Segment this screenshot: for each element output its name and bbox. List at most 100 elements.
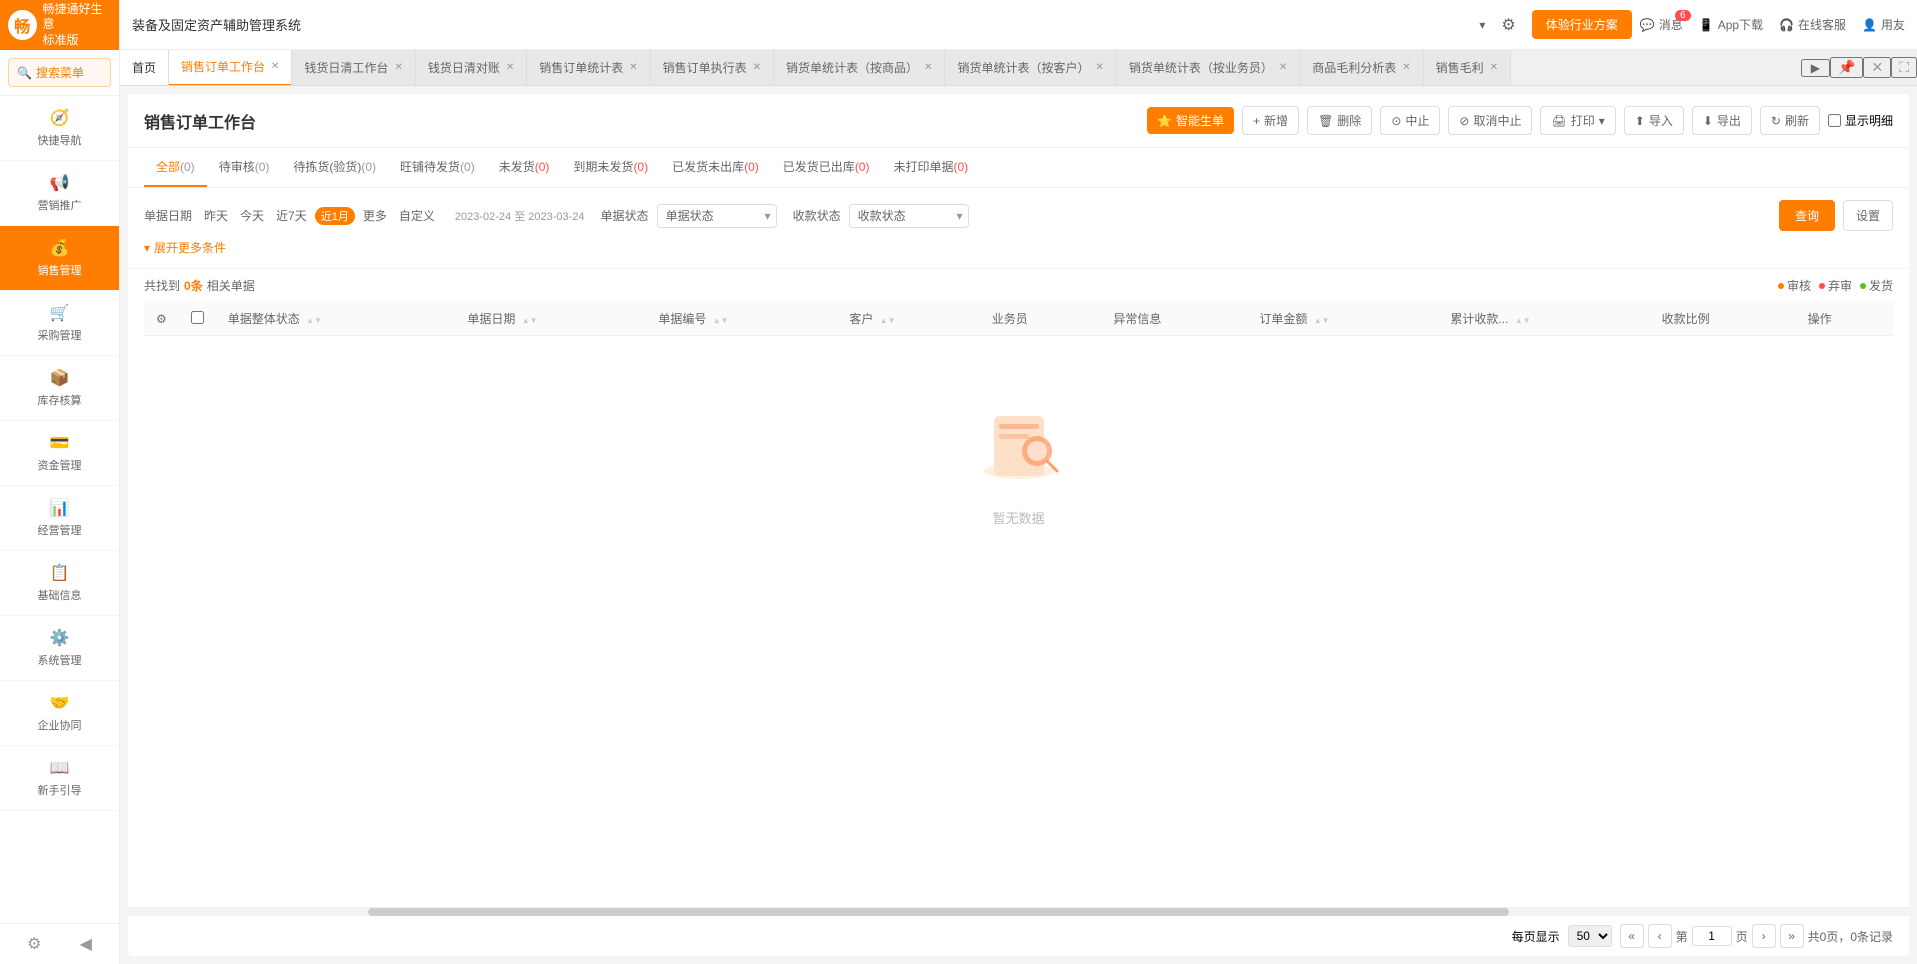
search-menu-button[interactable]: 🔍 搜索菜单 bbox=[8, 58, 111, 87]
sub-tab-4[interactable]: 未发货(0) bbox=[487, 148, 562, 187]
tabs-more-button[interactable]: ▶ bbox=[1801, 59, 1830, 77]
print-button[interactable]: 🖨 打印 ▾ bbox=[1540, 106, 1615, 135]
sub-tab-8[interactable]: 未打印单据(0) bbox=[881, 148, 980, 187]
page-footer: 每页显示 50 « ‹ 第 页 › » 共0页，0条记录 bbox=[128, 915, 1909, 956]
sub-tab-1[interactable]: 待审核(0) bbox=[207, 148, 282, 187]
page-number-input[interactable] bbox=[1692, 926, 1732, 946]
payment-select[interactable]: 收款状态 bbox=[849, 204, 969, 228]
sidebar-item-sales[interactable]: 💰 销售管理 bbox=[0, 226, 119, 291]
show-detail-checkbox[interactable] bbox=[1828, 114, 1841, 127]
cancel-stop-button[interactable]: ⊘ 取消中止 bbox=[1448, 106, 1532, 135]
tab-close-10[interactable]: ✕ bbox=[1490, 62, 1498, 73]
sidebar-item-purchase[interactable]: 🛒 采购管理 bbox=[0, 291, 119, 356]
tab-close-4[interactable]: ✕ bbox=[629, 62, 637, 73]
sidebar-item-basic-info[interactable]: 📋 基础信息 bbox=[0, 551, 119, 616]
tab-0[interactable]: 首页 bbox=[120, 50, 169, 86]
prev-page-button[interactable]: ‹ bbox=[1648, 924, 1672, 948]
date-opt-7days[interactable]: 近7天 bbox=[272, 205, 311, 226]
topbar-settings-icon[interactable]: ⚙ bbox=[1493, 15, 1523, 35]
tab-close-2[interactable]: ✕ bbox=[394, 62, 402, 73]
review-action[interactable]: 审核 bbox=[1778, 277, 1811, 294]
select-all-checkbox[interactable] bbox=[191, 311, 204, 324]
new-button[interactable]: + 新增 bbox=[1242, 106, 1299, 135]
online-service-action[interactable]: 🎧 在线客服 bbox=[1779, 16, 1846, 33]
tab-3[interactable]: 钱货日清对账✕ bbox=[416, 50, 527, 86]
sub-tab-6[interactable]: 已发货未出库(0) bbox=[660, 148, 771, 187]
sidebar-item-finance[interactable]: 💳 资金管理 bbox=[0, 421, 119, 486]
show-detail-label[interactable]: 显示明细 bbox=[1828, 112, 1893, 129]
sub-tab-0[interactable]: 全部(0) bbox=[144, 148, 207, 187]
import-button[interactable]: ⬆ 导入 bbox=[1624, 106, 1684, 135]
tab-close-1[interactable]: ✕ bbox=[271, 61, 279, 72]
tab-close-9[interactable]: ✕ bbox=[1402, 62, 1410, 73]
col-collected[interactable]: 累计收款... ▲▼ bbox=[1438, 302, 1649, 336]
tab-5[interactable]: 销售订单执行表✕ bbox=[651, 50, 774, 86]
sub-tab-5[interactable]: 到期未发货(0) bbox=[561, 148, 660, 187]
sidebar-item-quick-nav[interactable]: 🧭 快捷导航 bbox=[0, 96, 119, 161]
tab-pin-button[interactable]: 📌 bbox=[1830, 57, 1863, 78]
collapse-icon[interactable]: ◀ bbox=[80, 934, 92, 954]
tab-9[interactable]: 商品毛利分析表✕ bbox=[1300, 50, 1423, 86]
sidebar-item-operations[interactable]: 📊 经营管理 bbox=[0, 486, 119, 551]
col-settings[interactable]: ⚙ bbox=[144, 302, 179, 336]
sub-tab-7[interactable]: 已发货已出库(0) bbox=[771, 148, 882, 187]
date-opt-custom[interactable]: 自定义 bbox=[395, 205, 439, 226]
next-page-button[interactable]: › bbox=[1752, 924, 1776, 948]
tab-7[interactable]: 销货单统计表（按客户）✕ bbox=[945, 50, 1116, 86]
cancel-review-action[interactable]: 弃审 bbox=[1819, 277, 1852, 294]
user-action[interactable]: 👤 用友 bbox=[1862, 16, 1905, 33]
filter-setting-button[interactable]: 设置 bbox=[1843, 200, 1893, 231]
horizontal-scrollbar[interactable] bbox=[128, 907, 1909, 915]
solution-button[interactable]: 体验行业方案 bbox=[1532, 10, 1632, 39]
smart-create-button[interactable]: ⭐ 智能生单 bbox=[1147, 107, 1234, 134]
page-size-select[interactable]: 50 bbox=[1568, 925, 1612, 947]
date-opt-1month[interactable]: 近1月 bbox=[315, 207, 355, 225]
tab-close-all-button[interactable]: ✕ bbox=[1863, 57, 1891, 78]
delete-button[interactable]: 🗑 删除 bbox=[1307, 106, 1372, 135]
sub-tab-2[interactable]: 待拣货(验货)(0) bbox=[281, 148, 388, 187]
col-number[interactable]: 单据编号 ▲▼ bbox=[646, 302, 837, 336]
sidebar-item-guide[interactable]: 📖 新手引导 bbox=[0, 746, 119, 811]
tab-6[interactable]: 销货单统计表（按商品）✕ bbox=[774, 50, 945, 86]
sort-number-icon: ▲▼ bbox=[713, 317, 729, 325]
tab-close-3[interactable]: ✕ bbox=[506, 62, 514, 73]
query-button[interactable]: 查询 bbox=[1779, 200, 1835, 231]
tab-label-1: 销售订单工作台 bbox=[181, 58, 265, 75]
tab-close-7[interactable]: ✕ bbox=[1095, 62, 1103, 73]
tab-2[interactable]: 钱货日清工作台✕ bbox=[292, 50, 415, 86]
tab-4[interactable]: 销售订单统计表✕ bbox=[527, 50, 650, 86]
topbar-dropdown-arrow[interactable]: ▾ bbox=[1479, 18, 1485, 32]
sub-tab-3[interactable]: 旺铺待发货(0) bbox=[388, 148, 487, 187]
sidebar-item-system[interactable]: ⚙️ 系统管理 bbox=[0, 616, 119, 681]
date-opt-today[interactable]: 今天 bbox=[236, 205, 268, 226]
col-amount[interactable]: 订单金额 ▲▼ bbox=[1247, 302, 1438, 336]
scrollbar-thumb[interactable] bbox=[368, 908, 1509, 916]
tab-close-6[interactable]: ✕ bbox=[924, 62, 932, 73]
col-date[interactable]: 单据日期 ▲▼ bbox=[455, 302, 646, 336]
tab-10[interactable]: 销售毛利✕ bbox=[1424, 50, 1511, 86]
last-page-button[interactable]: » bbox=[1780, 924, 1804, 948]
status-select[interactable]: 单据状态 bbox=[657, 204, 777, 228]
date-opt-yesterday[interactable]: 昨天 bbox=[200, 205, 232, 226]
sidebar-item-marketing[interactable]: 📢 营销推广 bbox=[0, 161, 119, 226]
message-action[interactable]: 💬 消息 6 bbox=[1640, 16, 1683, 33]
col-customer[interactable]: 客户 ▲▼ bbox=[837, 302, 979, 336]
stop-button[interactable]: ⊙ 中止 bbox=[1380, 106, 1440, 135]
first-page-button[interactable]: « bbox=[1620, 924, 1644, 948]
tab-close-5[interactable]: ✕ bbox=[753, 62, 761, 73]
app-download-action[interactable]: 📱 App下载 bbox=[1699, 16, 1763, 33]
page-container: 销售订单工作台 ⭐ 智能生单 + 新增 🗑 删除 ⊙ bbox=[128, 94, 1909, 956]
ship-action[interactable]: 发货 bbox=[1860, 277, 1893, 294]
tab-1[interactable]: 销售订单工作台 ✕ bbox=[169, 50, 292, 86]
settings-icon[interactable]: ⚙ bbox=[27, 934, 41, 954]
tab-8[interactable]: 销货单统计表（按业务员）✕ bbox=[1117, 50, 1300, 86]
expand-filter-button[interactable]: ▾ 展开更多条件 bbox=[144, 239, 226, 256]
export-button[interactable]: ⬇ 导出 bbox=[1692, 106, 1752, 135]
sidebar-item-inventory[interactable]: 📦 库存核算 bbox=[0, 356, 119, 421]
sidebar-item-enterprise[interactable]: 🤝 企业协同 bbox=[0, 681, 119, 746]
tab-fullscreen-button[interactable]: ⛶ bbox=[1891, 57, 1917, 78]
col-status[interactable]: 单据整体状态 ▲▼ bbox=[216, 302, 456, 336]
date-opt-more[interactable]: 更多 bbox=[359, 205, 391, 226]
tab-close-8[interactable]: ✕ bbox=[1279, 62, 1287, 73]
refresh-button[interactable]: ↻ 刷新 bbox=[1760, 106, 1820, 135]
